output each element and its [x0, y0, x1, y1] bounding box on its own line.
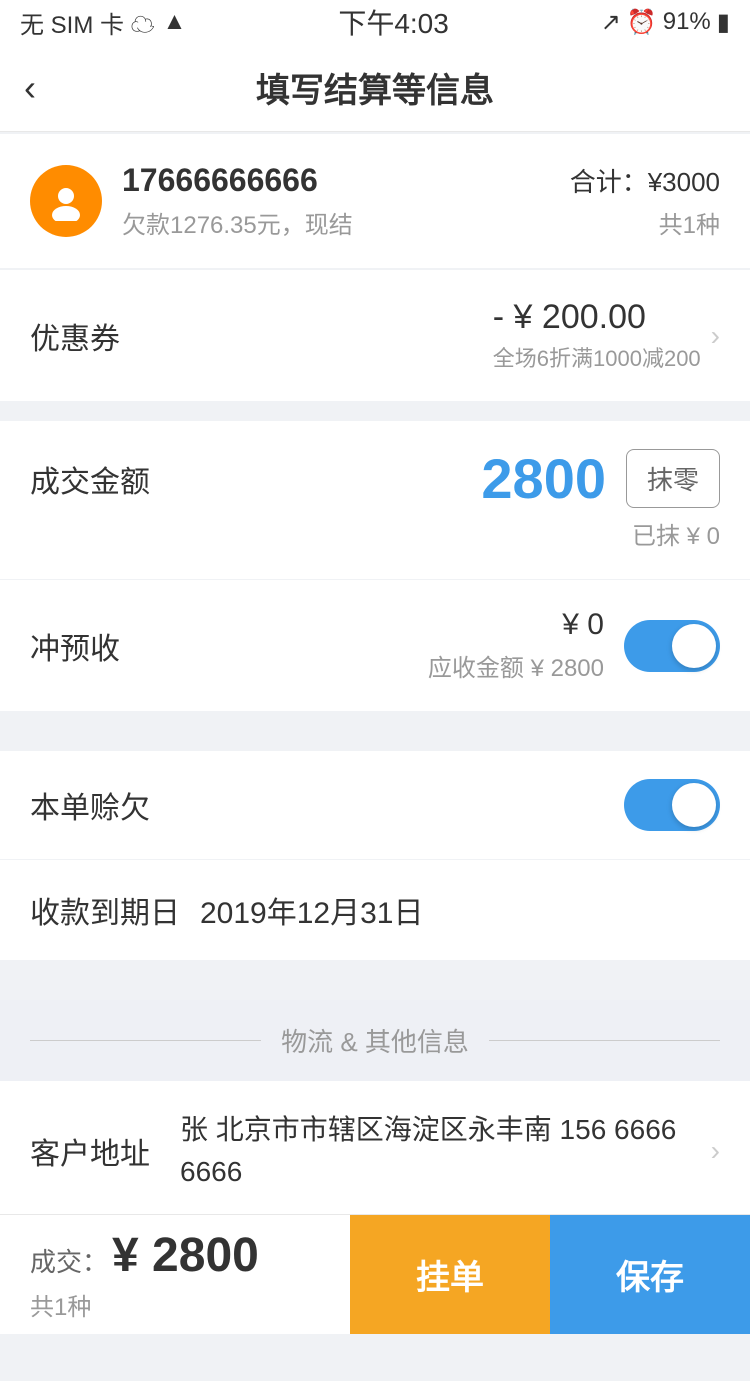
alarm-icon: ⏰ [627, 8, 657, 37]
back-button[interactable]: ‹ [24, 67, 36, 109]
footer-amount: ¥ 2800 [112, 1228, 259, 1283]
due-date-label: 收款到期日 [30, 888, 180, 932]
deal-amount-sub: 已抹 ¥ 0 [30, 516, 720, 551]
prepay-label: 冲预收 [30, 624, 120, 668]
page-title: 填写结算等信息 [256, 63, 494, 112]
deal-amount-section: 成交金额 2800 抹零 已抹 ¥ 0 [0, 421, 750, 579]
status-time: 下午4:03 [338, 2, 449, 42]
wifi-icon: ▲ [163, 8, 187, 36]
prepay-toggle-knob [672, 624, 716, 668]
address-chevron-icon: › [711, 1135, 720, 1167]
due-date-value: 2019年12月31日 [200, 888, 423, 932]
prepay-toggle[interactable] [624, 620, 720, 672]
pending-button[interactable]: 挂单 [350, 1215, 550, 1334]
no-sim-text: 无 SIM 卡 ☁ [20, 5, 155, 40]
status-bar: 无 SIM 卡 ☁ ▲ 下午4:03 ↗ ⏰ 91% ▮ [0, 0, 750, 44]
deal-amount-label: 成交金额 [30, 457, 150, 501]
coupon-row[interactable]: 优惠券 - ¥ 200.00 全场6折满1000减200 › [0, 270, 750, 401]
deal-amount-right: 2800 抹零 [481, 449, 720, 508]
coupon-right: - ¥ 200.00 全场6折满1000减200 › [493, 298, 720, 373]
deal-amount-row: 成交金额 2800 抹零 [30, 449, 720, 508]
battery-text: 91% [663, 8, 711, 36]
logistics-title: 物流 & 其他信息 [261, 1022, 489, 1059]
bad-debt-toggle-knob [672, 783, 716, 827]
save-button[interactable]: 保存 [550, 1215, 750, 1334]
address-value: 张 北京市市辖区海淀区永丰南 156 6666 6666 [180, 1109, 701, 1193]
status-left: 无 SIM 卡 ☁ ▲ [20, 5, 186, 40]
user-sub-text: 欠款1276.35元，现结 [122, 205, 353, 240]
bad-debt-label: 本单赊欠 [30, 783, 150, 827]
footer: 成交： ¥ 2800 共1种 挂单 保存 [0, 1214, 750, 1334]
footer-deal-row: 成交： ¥ 2800 [30, 1228, 320, 1283]
user-total: 合计：¥3000 共1种 [570, 162, 720, 240]
total-amount: 合计：¥3000 [570, 162, 720, 199]
due-date-row: 收款到期日 2019年12月31日 [30, 888, 720, 932]
section-divider-3 [0, 960, 750, 980]
logistics-header: 物流 & 其他信息 [0, 1000, 750, 1081]
user-phone: 17666666666 [122, 162, 353, 199]
user-card: 17666666666 欠款1276.35元，现结 合计：¥3000 共1种 [0, 134, 750, 268]
footer-deal-label: 成交： [30, 1242, 108, 1279]
footer-count: 共1种 [30, 1287, 320, 1322]
battery-icon: ▮ [717, 8, 730, 37]
address-label: 客户地址 [30, 1129, 150, 1173]
round-off-button[interactable]: 抹零 [626, 449, 720, 508]
coupon-label: 优惠券 [30, 314, 120, 358]
bad-debt-section: 本单赊欠 [0, 751, 750, 859]
deal-amount-value: 2800 [481, 451, 606, 507]
coupon-chevron-icon: › [711, 320, 720, 352]
avatar [30, 165, 102, 237]
footer-info: 成交： ¥ 2800 共1种 [0, 1228, 350, 1322]
status-right: ↗ ⏰ 91% ▮ [601, 8, 730, 37]
prepay-right: ¥ 0 应收金额 ¥ 2800 [428, 608, 720, 683]
coupon-desc: 全场6折满1000减200 [493, 341, 701, 373]
bad-debt-toggle[interactable] [624, 779, 720, 831]
location-icon: ↗ [601, 8, 621, 37]
section-divider-1 [0, 401, 750, 421]
address-section[interactable]: 客户地址 张 北京市市辖区海淀区永丰南 156 6666 6666 › [0, 1081, 750, 1221]
nav-bar: ‹ 填写结算等信息 [0, 44, 750, 132]
user-info: 17666666666 欠款1276.35元，现结 [122, 162, 353, 240]
divider-left [30, 1040, 261, 1041]
divider-right [489, 1040, 720, 1041]
prepay-sub: 应收金额 ¥ 2800 [428, 648, 604, 683]
section-divider-2 [0, 711, 750, 731]
bad-debt-row: 本单赊欠 [30, 779, 720, 831]
due-date-section: 收款到期日 2019年12月31日 [0, 860, 750, 960]
prepay-amount: ¥ 0 [428, 608, 604, 642]
total-count: 共1种 [570, 205, 720, 240]
prepay-section: 冲预收 ¥ 0 应收金额 ¥ 2800 [0, 580, 750, 711]
user-left: 17666666666 欠款1276.35元，现结 [30, 162, 353, 240]
prepay-row: 冲预收 ¥ 0 应收金额 ¥ 2800 [30, 608, 720, 683]
coupon-amount: - ¥ 200.00 [493, 298, 701, 337]
address-row: 客户地址 张 北京市市辖区海淀区永丰南 156 6666 6666 › [30, 1109, 720, 1193]
